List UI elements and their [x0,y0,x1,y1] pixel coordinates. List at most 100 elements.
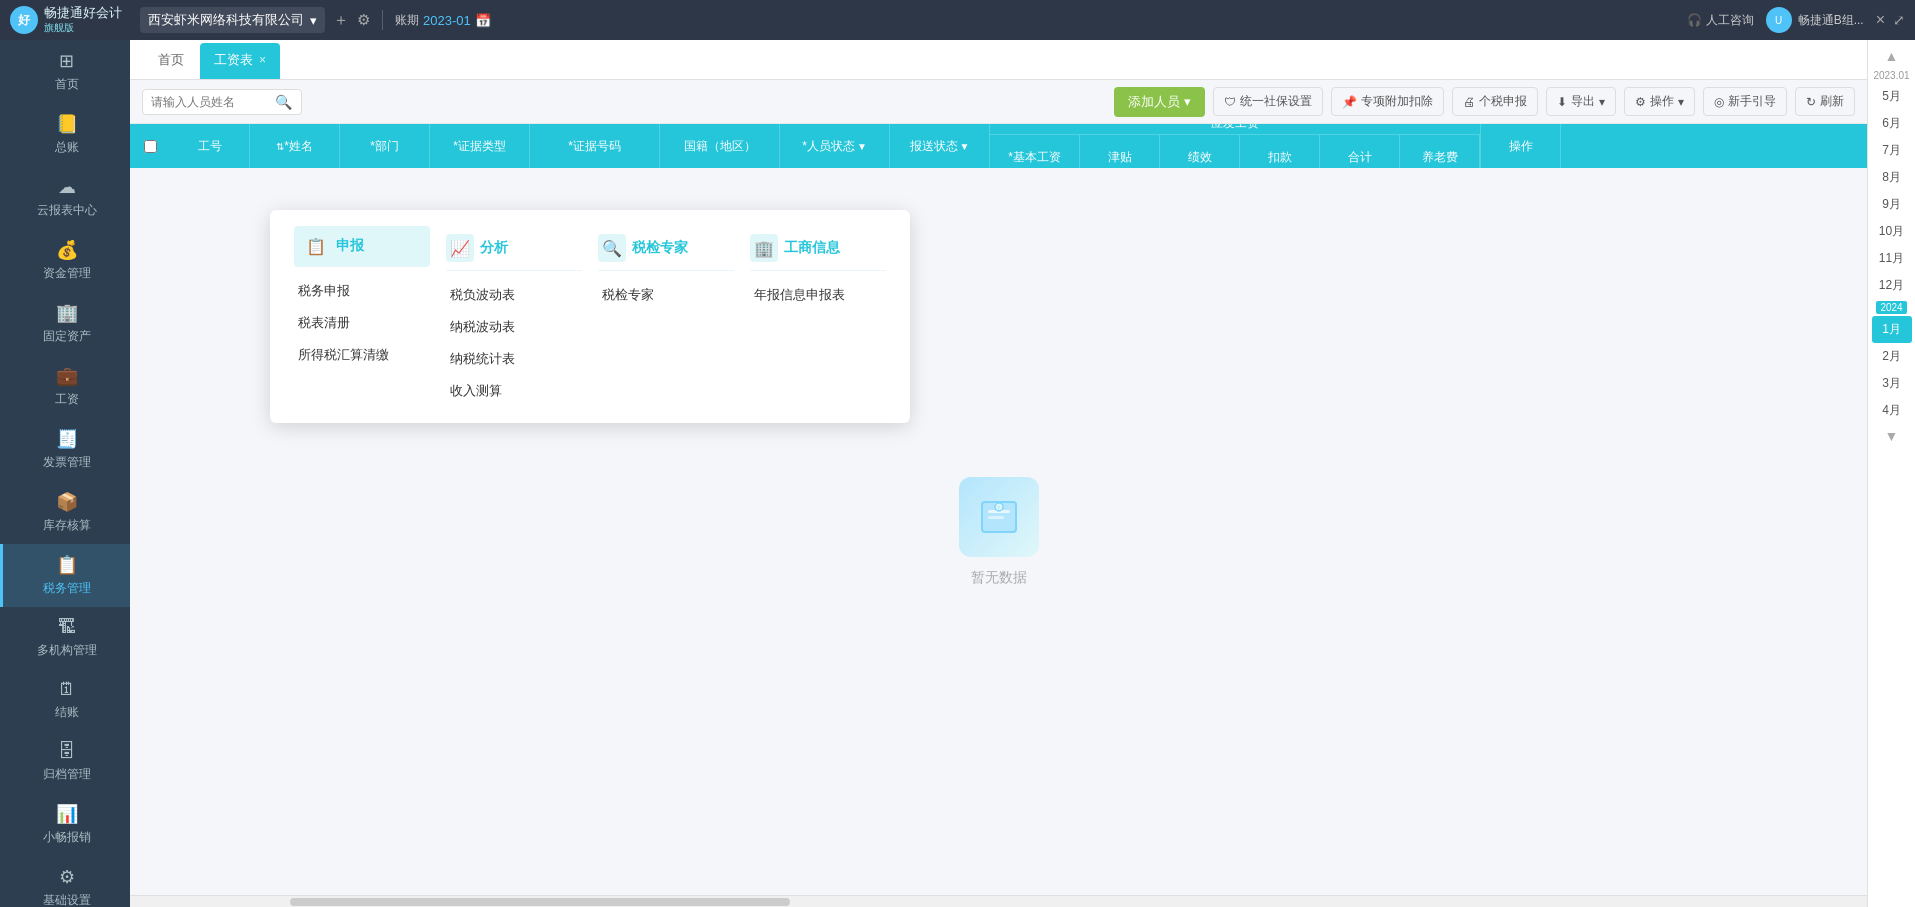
tab-home[interactable]: 首页 [142,43,200,79]
sidebar-item-multi-org[interactable]: 🏗 多机构管理 [0,607,130,669]
sidebar-label-payroll: 工资 [55,391,79,408]
th-report-status[interactable]: 报送状态 ▼ [890,124,990,168]
home-icon: ⊞ [59,50,74,72]
social-security-button[interactable]: 🛡 统一社保设置 [1213,87,1323,116]
th-group-label: 应发工资 [990,124,1480,135]
th-status[interactable]: *人员状态 ▼ [780,124,890,168]
cal-month-6[interactable]: 6月 [1872,110,1912,137]
payroll-icon: 💼 [56,365,78,387]
headset-icon: 🎧 [1687,13,1702,27]
dropdown-grid: 📋 申报 税务申报 税表清册 所得税汇算清缴 📈 分析 税负波动表 [286,226,894,407]
sidebar-item-close-accounts[interactable]: 🗓 结账 [0,669,130,731]
user-menu[interactable]: U 畅捷通B组... [1766,7,1864,33]
operation-label: 操作 [1650,93,1674,110]
multi-org-icon: 🏗 [58,617,76,638]
no-data-text: 暂无数据 [971,569,1027,587]
cal-down-button[interactable]: ▼ [1881,424,1903,448]
guide-label: 新手引导 [1728,93,1776,110]
period-value[interactable]: 2023-01 [423,13,471,28]
sidebar-item-payroll[interactable]: 💼 工资 [0,355,130,418]
cal-month-3[interactable]: 3月 [1872,370,1912,397]
export-button[interactable]: ⬇ 导出 ▾ [1546,87,1616,116]
sidebar-item-tax[interactable]: 📋 税务管理 [0,544,130,607]
dropdown-section-analysis: 📈 分析 税负波动表 纳税波动表 纳税统计表 收入测算 [438,226,590,407]
operation-icon: ⚙ [1635,95,1646,109]
item-income-tax-calc[interactable]: 所得税汇算清缴 [294,339,430,371]
personal-tax-button[interactable]: 🖨 个税申报 [1452,87,1538,116]
sidebar-item-basic-settings[interactable]: ⚙ 基础设置 [0,856,130,907]
sidebar-item-ledger[interactable]: 📒 总账 [0,103,130,166]
sidebar-item-expense[interactable]: 📊 小畅报销 [0,793,130,856]
horizontal-scrollbar[interactable] [130,895,1867,907]
sort-icon: ⇅ [276,141,284,152]
sidebar-label-fixed-asset: 固定资产 [43,328,91,345]
add-person-button[interactable]: 添加人员 ▾ [1114,87,1205,117]
company-name: 西安虾米网络科技有限公司 [148,11,304,29]
company-selector[interactable]: 西安虾米网络科技有限公司 ▾ [140,7,325,33]
th-checkbox[interactable] [130,140,170,153]
cal-month-11[interactable]: 11月 [1872,245,1912,272]
cal-month-2[interactable]: 2月 [1872,343,1912,370]
export-icon: ⬇ [1557,95,1567,109]
item-tax-form[interactable]: 税表清册 [294,307,430,339]
content-inner: 🔍 添加人员 ▾ 🛡 统一社保设置 📌 专项附加扣除 🖨 个税申报 [130,80,1867,895]
fund-icon: 💰 [56,239,78,261]
cal-up-button[interactable]: ▲ [1881,44,1903,68]
sidebar-item-cloud-report[interactable]: ☁ 云报表中心 [0,166,130,229]
cal-month-8[interactable]: 8月 [1872,164,1912,191]
section-header-business: 🏢 工商信息 [750,226,886,271]
cal-month-1-active[interactable]: 1月 [1872,316,1912,343]
sidebar-item-home[interactable]: ⊞ 首页 [0,40,130,103]
close-accounts-icon: 🗓 [58,679,76,700]
export-label: 导出 [1571,93,1595,110]
cal-month-10[interactable]: 10月 [1872,218,1912,245]
sidebar-item-fund[interactable]: 💰 资金管理 [0,229,130,292]
select-all-checkbox[interactable] [144,140,157,153]
calendar-icon[interactable]: 📅 [475,13,491,28]
operation-button[interactable]: ⚙ 操作 ▾ [1624,87,1695,116]
period-label: 账期 [395,12,419,29]
tax-deduct-button[interactable]: 📌 专项附加扣除 [1331,87,1444,116]
item-income-calc[interactable]: 收入测算 [446,375,582,407]
maximize-button[interactable]: ⤢ [1893,12,1905,28]
sidebar-item-invoice[interactable]: 🧾 发票管理 [0,418,130,481]
top-bar: 好 畅捷通好会计 旗舰版 西安虾米网络科技有限公司 ▾ ＋ ⚙ 账期 2023-… [0,0,1915,40]
declaration-title: 申报 [336,237,364,255]
sidebar-item-archive[interactable]: 🗄 归档管理 [0,731,130,793]
cal-month-5[interactable]: 5月 [1872,83,1912,110]
item-expert[interactable]: 税检专家 [598,279,734,311]
cal-month-7[interactable]: 7月 [1872,137,1912,164]
tab-close-icon[interactable]: × [259,53,266,67]
item-tax-stats[interactable]: 纳税统计表 [446,343,582,375]
cal-year-2023-header: 2023.01 [1873,68,1909,83]
app-name: 畅捷通好会计 [44,5,122,21]
item-annual-report[interactable]: 年报信息申报表 [750,279,886,311]
tab-bar: 首页 工资表 × [130,40,1867,80]
close-button[interactable]: × [1876,11,1885,29]
support-button[interactable]: 🎧 人工咨询 [1687,12,1754,29]
analysis-title: 分析 [480,239,508,257]
item-tax-burden[interactable]: 税负波动表 [446,279,582,311]
add-icon[interactable]: ＋ [333,10,349,31]
scrollbar-thumb[interactable] [290,898,790,906]
sidebar-item-inventory[interactable]: 📦 库存核算 [0,481,130,544]
basic-settings-icon: ⚙ [59,866,75,888]
cal-month-12[interactable]: 12月 [1872,272,1912,299]
guide-button[interactable]: ◎ 新手引导 [1703,87,1787,116]
th-name[interactable]: ⇅ *姓名 [250,124,340,168]
personal-tax-label: 个税申报 [1479,93,1527,110]
search-icon: 🔍 [275,94,292,110]
cal-month-4[interactable]: 4月 [1872,397,1912,424]
refresh-button[interactable]: ↻ 刷新 [1795,87,1855,116]
user-name: 畅捷通B组... [1798,12,1864,29]
sidebar-label-cloud-report: 云报表中心 [37,202,97,219]
tab-payroll-label: 工资表 [214,51,253,69]
item-tax-declare[interactable]: 税务申报 [294,275,430,307]
search-input[interactable] [151,95,271,109]
item-tax-payment[interactable]: 纳税波动表 [446,311,582,343]
sidebar-item-fixed-asset[interactable]: 🏢 固定资产 [0,292,130,355]
tab-payroll-table[interactable]: 工资表 × [200,43,280,79]
settings-icon[interactable]: ⚙ [357,11,370,29]
cal-month-9[interactable]: 9月 [1872,191,1912,218]
sidebar-label-inventory: 库存核算 [43,517,91,534]
